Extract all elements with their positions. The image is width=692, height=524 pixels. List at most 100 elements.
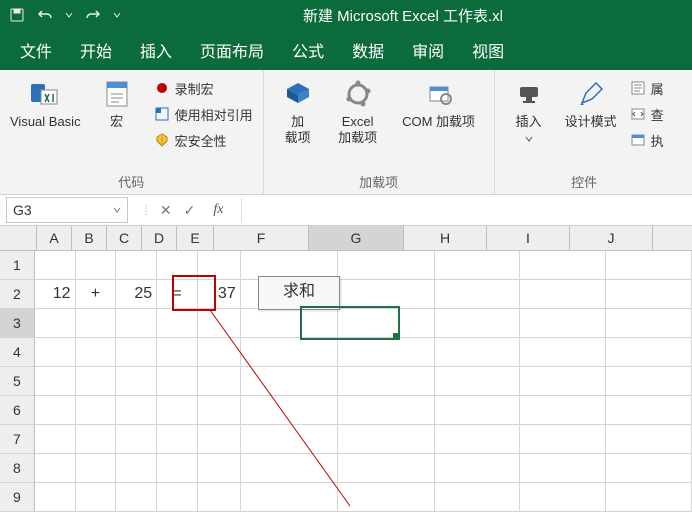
tab-home[interactable]: 开始 xyxy=(66,30,126,70)
run-dialog-icon xyxy=(629,131,647,149)
redo-icon[interactable] xyxy=(84,6,102,24)
col-header-C[interactable]: C xyxy=(107,226,142,250)
cell-E2[interactable]: 37 xyxy=(198,280,241,308)
tab-review[interactable]: 审阅 xyxy=(398,30,458,70)
tab-view[interactable]: 视图 xyxy=(458,30,518,70)
ribbon: Visual Basic 宏 录制宏 使用相对引用 ! xyxy=(0,70,692,195)
cell-G3[interactable] xyxy=(338,309,435,337)
record-macro-button[interactable]: 录制宏 xyxy=(149,76,257,100)
design-mode-button[interactable]: 设计模式 xyxy=(561,74,621,132)
row-header-6[interactable]: 6 xyxy=(0,396,35,424)
use-relative-refs-button[interactable]: 使用相对引用 xyxy=(149,102,257,126)
com-addins-button[interactable]: COM 加载项 xyxy=(390,74,488,132)
macro-security-button[interactable]: ! 宏安全性 xyxy=(149,128,257,152)
cell-E1[interactable] xyxy=(198,251,241,279)
run-dialog-button[interactable]: 执 xyxy=(625,128,668,152)
cell-J2[interactable] xyxy=(606,280,692,308)
fx-icon[interactable]: fx xyxy=(213,202,223,218)
cell-C1[interactable] xyxy=(116,251,157,279)
relative-refs-icon xyxy=(153,105,171,123)
com-addins-icon xyxy=(424,76,454,112)
design-mode-icon xyxy=(576,76,606,112)
cell-G2[interactable] xyxy=(338,280,435,308)
select-all-corner[interactable] xyxy=(0,226,37,250)
col-header-H[interactable]: H xyxy=(404,226,487,250)
properties-icon xyxy=(629,79,647,97)
col-header-F[interactable]: F xyxy=(214,226,309,250)
addins-button[interactable]: 加 载项 xyxy=(270,74,326,148)
dropdown-icon[interactable] xyxy=(64,6,74,24)
cell-E3[interactable] xyxy=(198,309,241,337)
tab-insert[interactable]: 插入 xyxy=(126,30,186,70)
cell-C3[interactable] xyxy=(116,309,157,337)
cell-H1[interactable] xyxy=(435,251,521,279)
dropdown-icon[interactable] xyxy=(113,207,121,213)
visual-basic-icon xyxy=(27,76,63,112)
cell-F1[interactable] xyxy=(241,251,338,279)
cell-A3[interactable] xyxy=(35,309,76,337)
cell-G1[interactable] xyxy=(338,251,435,279)
cell-I2[interactable] xyxy=(520,280,606,308)
cell-H2[interactable] xyxy=(435,280,521,308)
tab-page-layout[interactable]: 页面布局 xyxy=(186,30,278,70)
cell-I3[interactable] xyxy=(520,309,606,337)
cell-J1[interactable] xyxy=(606,251,692,279)
cell-A1[interactable] xyxy=(35,251,76,279)
row-header-4[interactable]: 4 xyxy=(0,338,35,366)
cell-D1[interactable] xyxy=(157,251,198,279)
macros-button[interactable]: 宏 xyxy=(89,74,145,132)
qat-customize-icon[interactable] xyxy=(112,6,122,24)
cell-F3[interactable] xyxy=(241,309,338,337)
row-header-5[interactable]: 5 xyxy=(0,367,35,395)
col-header-G[interactable]: G xyxy=(309,226,404,250)
cell-A2[interactable]: 12 xyxy=(35,280,76,308)
view-code-icon xyxy=(629,105,647,123)
formula-bar-input[interactable] xyxy=(241,198,692,222)
col-header-E[interactable]: E xyxy=(177,226,214,250)
macro-security-icon: ! xyxy=(153,131,171,149)
dropdown-icon xyxy=(525,136,533,142)
insert-control-button[interactable]: 插入 xyxy=(501,74,557,148)
row-header-9[interactable]: 9 xyxy=(0,483,35,511)
excel-addins-button[interactable]: Excel 加载项 xyxy=(330,74,386,148)
name-box[interactable]: G3 xyxy=(6,197,128,223)
row-header-1[interactable]: 1 xyxy=(0,251,35,279)
tab-formulas[interactable]: 公式 xyxy=(278,30,338,70)
cell-C2[interactable]: 25 xyxy=(116,280,157,308)
tab-file[interactable]: 文件 xyxy=(6,30,66,70)
col-header-A[interactable]: A xyxy=(37,226,72,250)
group-label-addins: 加载项 xyxy=(270,172,488,194)
column-headers: A B C D E F G H I J xyxy=(0,226,692,251)
tab-data[interactable]: 数据 xyxy=(338,30,398,70)
cell-H3[interactable] xyxy=(435,309,521,337)
insert-control-icon xyxy=(514,76,544,112)
undo-icon[interactable] xyxy=(36,6,54,24)
record-macro-icon xyxy=(153,79,171,97)
row-header-2[interactable]: 2 xyxy=(0,280,35,308)
visual-basic-button[interactable]: Visual Basic xyxy=(6,74,85,132)
title-bar: 新建 Microsoft Excel 工作表.xl xyxy=(0,0,692,30)
cell-D3[interactable] xyxy=(157,309,198,337)
col-header-D[interactable]: D xyxy=(142,226,177,250)
group-code: Visual Basic 宏 录制宏 使用相对引用 ! xyxy=(0,70,264,194)
cell-J3[interactable] xyxy=(606,309,692,337)
cell-B1[interactable] xyxy=(76,251,117,279)
accept-formula-icon[interactable]: ✓ xyxy=(184,202,196,219)
cell-B3[interactable] xyxy=(76,309,117,337)
cell-D2[interactable]: = xyxy=(157,280,198,308)
sum-button-shape[interactable]: 求和 xyxy=(258,276,340,310)
col-header-I[interactable]: I xyxy=(487,226,570,250)
properties-button[interactable]: 属 xyxy=(625,76,668,100)
cell-B2[interactable]: + xyxy=(76,280,117,308)
macros-icon xyxy=(101,76,133,112)
save-icon[interactable] xyxy=(8,6,26,24)
row-header-3[interactable]: 3 xyxy=(0,309,35,337)
cancel-formula-icon[interactable]: ✕ xyxy=(160,202,172,219)
row-header-8[interactable]: 8 xyxy=(0,454,35,482)
view-code-button[interactable]: 查 xyxy=(625,102,668,126)
col-header-B[interactable]: B xyxy=(72,226,107,250)
window-title: 新建 Microsoft Excel 工作表.xl xyxy=(122,5,684,26)
row-header-7[interactable]: 7 xyxy=(0,425,35,453)
col-header-J[interactable]: J xyxy=(570,226,653,250)
cell-I1[interactable] xyxy=(520,251,606,279)
